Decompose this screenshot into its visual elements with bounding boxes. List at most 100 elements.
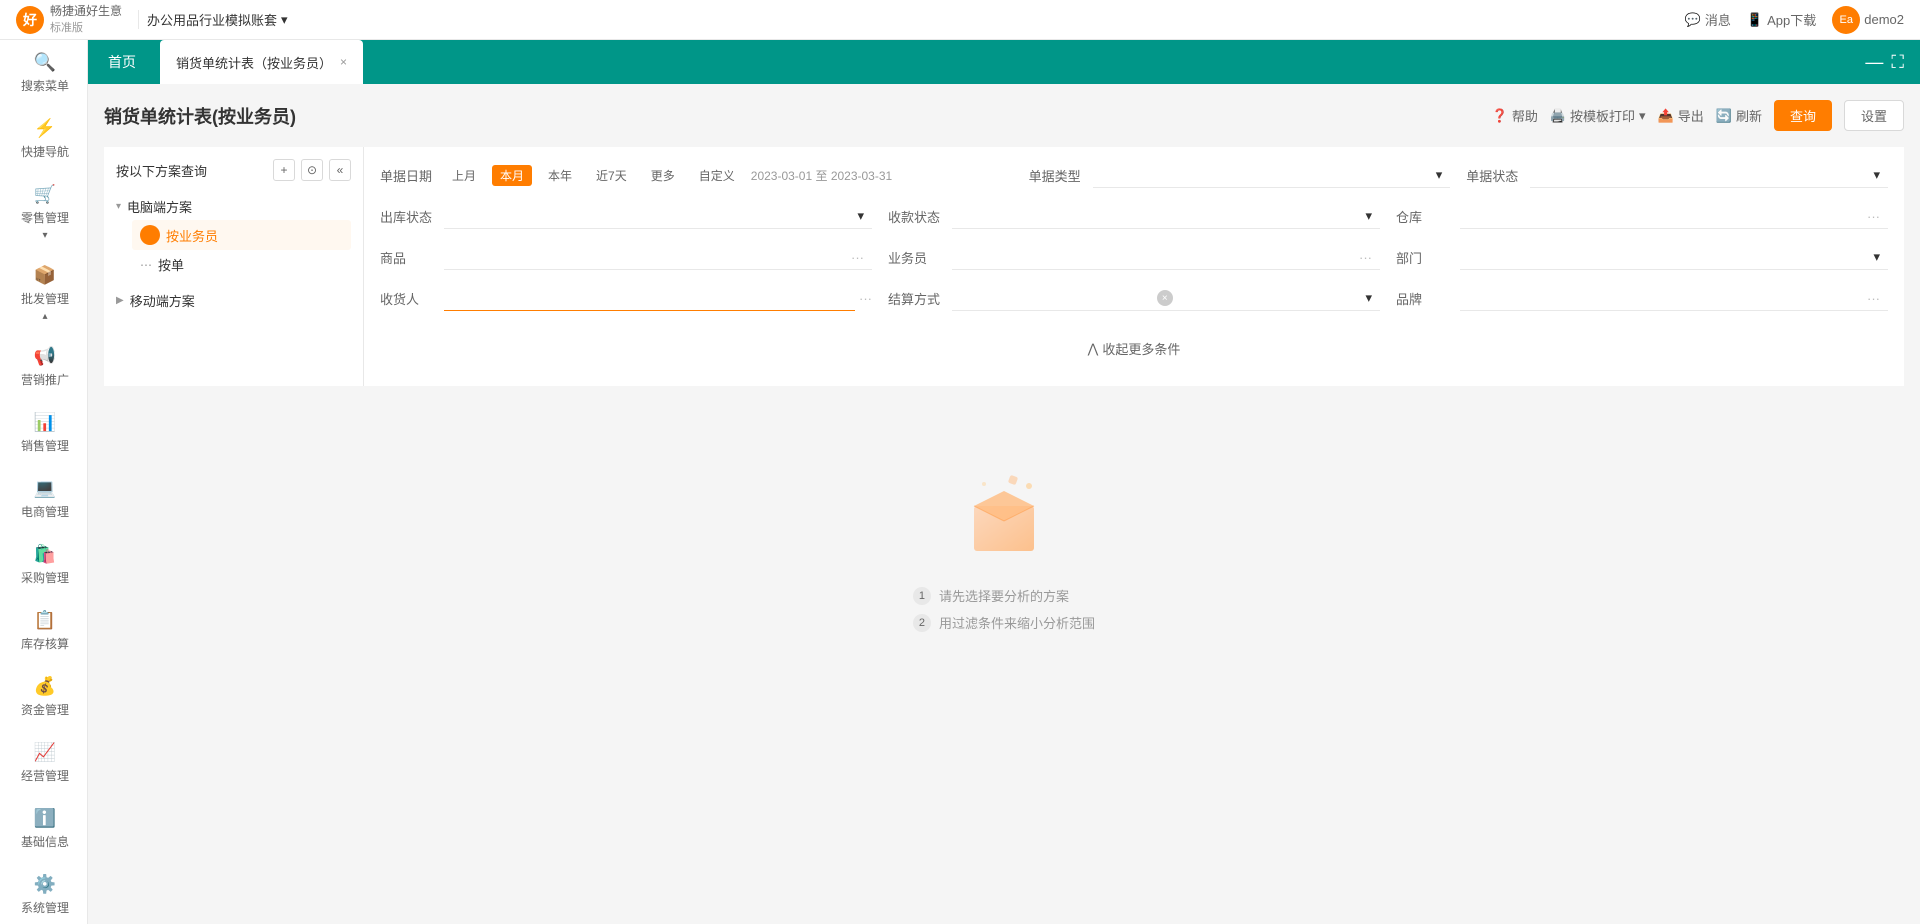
date-7days[interactable]: 近7天: [588, 165, 635, 186]
logo-text: 畅捷通好生意: [50, 4, 122, 20]
active-scheme-label: 按业务员: [166, 226, 218, 245]
add-scheme-button[interactable]: +: [273, 159, 295, 181]
sidebar-item-inventory[interactable]: 📋 库存核算: [0, 598, 87, 664]
filter-card: 按以下方案查询 + ⊙ « ▾ 电脑端方案: [104, 147, 1904, 386]
collapse-label: 收起更多条件: [1102, 339, 1180, 358]
tab-close-button[interactable]: ×: [340, 55, 347, 69]
payment-status-chevron: ▾: [1365, 208, 1372, 224]
sidebar-item-operations[interactable]: 📈 经营管理: [0, 730, 87, 796]
order-type-field: 单据类型 ▾: [1029, 163, 1451, 188]
app-selector[interactable]: 办公用品行业模拟账套 ▾: [138, 10, 296, 29]
collapse-up-icon: ⋀: [1088, 341, 1099, 357]
filter-right: 单据日期 上月 本月 本年 近7天 更多 自定义 2023-03-01 至 20…: [364, 147, 1904, 386]
help-icon: ❓: [1492, 108, 1508, 124]
goods-field: 商品 ···: [380, 246, 872, 270]
hint-text-1: 请先选择要分析的方案: [939, 586, 1069, 605]
tree-sub: 按业务员 ⋯ 按单: [116, 220, 351, 279]
app-selector-chevron: ▾: [281, 12, 288, 28]
consignee-dots: ···: [859, 291, 872, 306]
warehouse-dots: ···: [1867, 209, 1880, 224]
tree-desktop[interactable]: ▾ 电脑端方案: [116, 193, 351, 220]
sidebar-item-shortcut[interactable]: ⚡ 快捷导航: [0, 106, 87, 172]
hint-num-1: 1: [913, 587, 931, 605]
sidebar-item-ecommerce[interactable]: 💻 电商管理: [0, 466, 87, 532]
page-content: 销货单统计表(按业务员) ❓ 帮助 🖨️ 按模板打印 ▾ 📤: [88, 84, 1920, 924]
tree-sub-item2[interactable]: ⋯ 按单: [132, 250, 351, 279]
page-title: 销货单统计表(按业务员): [104, 103, 296, 129]
sidebar-item-retail[interactable]: 🛒 零售管理 ▾: [0, 172, 87, 253]
settlement-clear-button[interactable]: ×: [1157, 290, 1173, 306]
tab-active[interactable]: 销货单统计表（按业务员） ×: [160, 40, 363, 84]
tab-home[interactable]: 首页: [88, 40, 156, 84]
refresh-button[interactable]: 🔄 刷新: [1716, 106, 1762, 125]
goods-select[interactable]: ···: [444, 246, 872, 270]
app-download-button[interactable]: 📱 App下载: [1747, 10, 1816, 29]
avatar: Ea: [1832, 6, 1860, 34]
tree-mobile[interactable]: ▶ 移动端方案: [116, 287, 351, 314]
consignee-input[interactable]: [444, 287, 855, 311]
sidebar-item-search[interactable]: 🔍 搜索菜单: [0, 40, 87, 106]
edit-scheme-button[interactable]: ⊙: [301, 159, 323, 181]
top-bar-right: 💬 消息 📱 App下载 Ea demo2: [1685, 6, 1904, 34]
date-more[interactable]: 更多: [643, 165, 683, 186]
salesperson-label: 业务员: [888, 248, 944, 267]
settings-button[interactable]: 设置: [1844, 100, 1904, 131]
tree-mobile-arrow: ▶: [116, 295, 124, 306]
filter-section: 按以下方案查询 + ⊙ « ▾ 电脑端方案: [104, 147, 1904, 386]
collapse-scheme-button[interactable]: «: [329, 159, 351, 181]
sidebar-item-purchase[interactable]: 🛍️ 采购管理: [0, 532, 87, 598]
message-label: 消息: [1705, 10, 1731, 29]
order-type-select[interactable]: ▾: [1093, 163, 1451, 188]
stock-status-field: 出库状态 ▾: [380, 204, 872, 229]
message-icon: 💬: [1685, 12, 1701, 28]
filter-left-title: 按以下方案查询: [116, 161, 207, 180]
date-this-month[interactable]: 本月: [492, 165, 532, 186]
print-button[interactable]: 🖨️ 按模板打印 ▾: [1550, 106, 1646, 125]
tab-home-label: 首页: [108, 52, 136, 72]
export-button[interactable]: 📤 导出: [1658, 106, 1704, 125]
refresh-icon: 🔄: [1716, 108, 1732, 124]
sidebar-item-wholesale[interactable]: 📦 批发管理 ▴: [0, 253, 87, 334]
form-row-4: 收货人 ··· 结算方式 × ▾: [380, 286, 1888, 311]
dept-select[interactable]: ▾: [1460, 245, 1888, 270]
help-button[interactable]: ❓ 帮助: [1492, 106, 1538, 125]
sidebar-item-system[interactable]: ⚙️ 系统管理: [0, 862, 87, 924]
print-chevron: ▾: [1639, 108, 1646, 124]
shortcut-icon: ⚡: [34, 118, 56, 139]
sidebar-item-basic[interactable]: ℹ️ 基础信息: [0, 796, 87, 862]
sidebar-item-marketing[interactable]: 📢 营销推广: [0, 334, 87, 400]
finance-icon: 💰: [34, 676, 56, 697]
export-label: 导出: [1678, 106, 1704, 125]
stock-status-select[interactable]: ▾: [444, 204, 872, 229]
salesperson-select[interactable]: ···: [952, 246, 1380, 270]
basic-icon: ℹ️: [34, 808, 56, 829]
order-status-select[interactable]: ▾: [1530, 163, 1888, 188]
sidebar-item-finance[interactable]: 💰 资金管理: [0, 664, 87, 730]
tab-actions: — ⛶: [1865, 52, 1920, 73]
date-prev-month[interactable]: 上月: [444, 165, 484, 186]
tree-mobile-label: 移动端方案: [130, 291, 195, 310]
sidebar-item-sales[interactable]: 📊 销售管理: [0, 400, 87, 466]
date-this-year[interactable]: 本年: [540, 165, 580, 186]
sidebar-label-wholesale: 批发管理: [21, 290, 69, 307]
refresh-label: 刷新: [1736, 106, 1762, 125]
filter-left-icons: + ⊙ «: [273, 159, 351, 181]
tree-active-item[interactable]: 按业务员: [132, 220, 351, 250]
settlement-select[interactable]: × ▾: [952, 286, 1380, 311]
message-button[interactable]: 💬 消息: [1685, 10, 1731, 29]
tab-minimize-button[interactable]: —: [1865, 52, 1883, 73]
warehouse-select[interactable]: ···: [1460, 205, 1888, 229]
payment-status-select[interactable]: ▾: [952, 204, 1380, 229]
app-name: 办公用品行业模拟账套: [147, 10, 277, 29]
collapse-button[interactable]: ⋀ 收起更多条件: [1076, 335, 1193, 362]
goods-label: 商品: [380, 248, 436, 267]
tab-fullscreen-button[interactable]: ⛶: [1891, 52, 1904, 73]
user-profile[interactable]: Ea demo2: [1832, 6, 1904, 34]
salesperson-field: 业务员 ···: [888, 246, 1380, 270]
top-bar-left: 好 畅捷通好生意 标准版 办公用品行业模拟账套 ▾: [16, 4, 296, 36]
query-button[interactable]: 查询: [1774, 100, 1832, 131]
brand-select[interactable]: ···: [1460, 287, 1888, 311]
form-row-1: 单据日期 上月 本月 本年 近7天 更多 自定义 2023-03-01 至 20…: [380, 163, 1888, 188]
order-status-label: 单据状态: [1466, 166, 1522, 185]
date-custom[interactable]: 自定义: [691, 165, 743, 186]
